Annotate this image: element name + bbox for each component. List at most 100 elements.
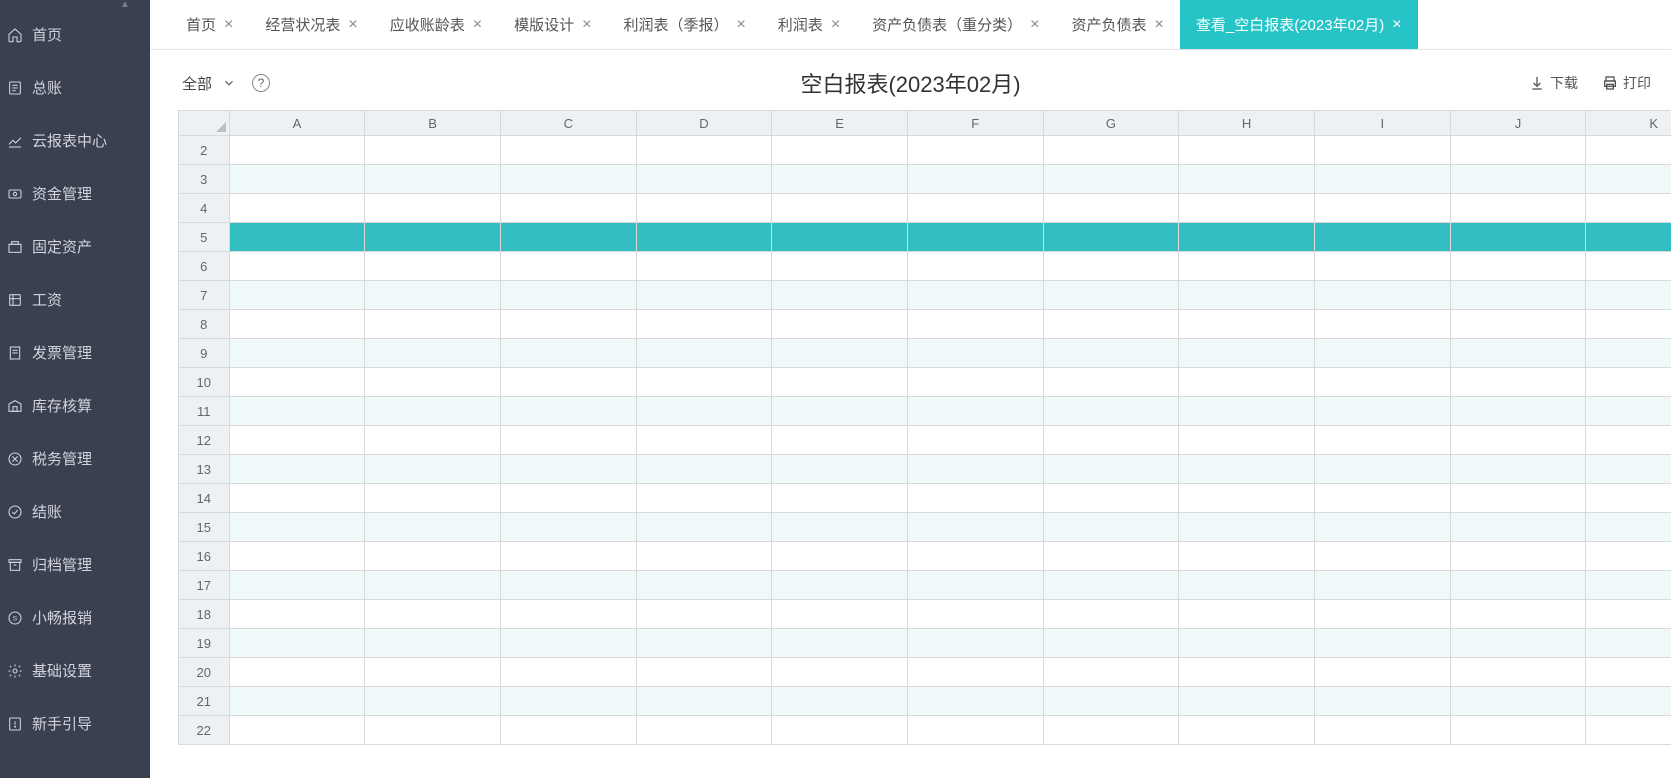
tab-4[interactable]: 利润表（季报）× xyxy=(607,0,761,49)
close-icon[interactable]: × xyxy=(736,17,745,33)
cell-F7[interactable] xyxy=(907,281,1043,310)
cell-I2[interactable] xyxy=(1314,136,1450,165)
cell-F3[interactable] xyxy=(907,165,1043,194)
cell-F11[interactable] xyxy=(907,397,1043,426)
cell-H21[interactable] xyxy=(1179,687,1315,716)
close-icon[interactable]: × xyxy=(831,17,840,33)
cell-C11[interactable] xyxy=(500,397,636,426)
tab-7[interactable]: 资产负债表× xyxy=(1056,0,1180,49)
cell-A14[interactable] xyxy=(229,484,365,513)
cell-J10[interactable] xyxy=(1450,368,1586,397)
cell-D12[interactable] xyxy=(636,426,772,455)
cell-H5[interactable] xyxy=(1179,223,1315,252)
cell-H18[interactable] xyxy=(1179,600,1315,629)
cell-J8[interactable] xyxy=(1450,310,1586,339)
cell-J17[interactable] xyxy=(1450,571,1586,600)
cell-E5[interactable] xyxy=(772,223,908,252)
cell-E16[interactable] xyxy=(772,542,908,571)
cell-G13[interactable] xyxy=(1043,455,1179,484)
cell-B16[interactable] xyxy=(365,542,501,571)
cell-A8[interactable] xyxy=(229,310,365,339)
cell-G5[interactable] xyxy=(1043,223,1179,252)
sidebar-item-4[interactable]: 固定资产 xyxy=(0,220,150,273)
cell-F17[interactable] xyxy=(907,571,1043,600)
select-all-corner[interactable] xyxy=(179,111,230,136)
cell-E10[interactable] xyxy=(772,368,908,397)
cell-K7[interactable] xyxy=(1586,281,1671,310)
cell-E15[interactable] xyxy=(772,513,908,542)
cell-E12[interactable] xyxy=(772,426,908,455)
cell-F13[interactable] xyxy=(907,455,1043,484)
row-header-5[interactable]: 5 xyxy=(179,223,230,252)
sidebar-item-11[interactable]: S小畅报销 xyxy=(0,591,150,644)
cell-K18[interactable] xyxy=(1586,600,1671,629)
sidebar-item-3[interactable]: 资金管理 xyxy=(0,167,150,220)
cell-I7[interactable] xyxy=(1314,281,1450,310)
cell-A11[interactable] xyxy=(229,397,365,426)
cell-A3[interactable] xyxy=(229,165,365,194)
cell-D16[interactable] xyxy=(636,542,772,571)
row-header-3[interactable]: 3 xyxy=(179,165,230,194)
cell-J18[interactable] xyxy=(1450,600,1586,629)
col-header-K[interactable]: K xyxy=(1586,111,1671,136)
cell-D19[interactable] xyxy=(636,629,772,658)
row-header-6[interactable]: 6 xyxy=(179,252,230,281)
cell-C7[interactable] xyxy=(500,281,636,310)
row-header-12[interactable]: 12 xyxy=(179,426,230,455)
col-header-G[interactable]: G xyxy=(1043,111,1179,136)
tab-6[interactable]: 资产负债表（重分类）× xyxy=(856,0,1055,49)
cell-H3[interactable] xyxy=(1179,165,1315,194)
cell-E9[interactable] xyxy=(772,339,908,368)
cell-F16[interactable] xyxy=(907,542,1043,571)
cell-K15[interactable] xyxy=(1586,513,1671,542)
cell-F14[interactable] xyxy=(907,484,1043,513)
cell-A9[interactable] xyxy=(229,339,365,368)
cell-F15[interactable] xyxy=(907,513,1043,542)
cell-B11[interactable] xyxy=(365,397,501,426)
cell-B20[interactable] xyxy=(365,658,501,687)
cell-D18[interactable] xyxy=(636,600,772,629)
cell-G16[interactable] xyxy=(1043,542,1179,571)
cell-I16[interactable] xyxy=(1314,542,1450,571)
cell-D22[interactable] xyxy=(636,716,772,745)
cell-D8[interactable] xyxy=(636,310,772,339)
cell-F2[interactable] xyxy=(907,136,1043,165)
row-header-8[interactable]: 8 xyxy=(179,310,230,339)
cell-K10[interactable] xyxy=(1586,368,1671,397)
row-header-4[interactable]: 4 xyxy=(179,194,230,223)
sidebar-item-1[interactable]: 总账 xyxy=(0,61,150,114)
cell-I13[interactable] xyxy=(1314,455,1450,484)
cell-J9[interactable] xyxy=(1450,339,1586,368)
sidebar-item-10[interactable]: 归档管理 xyxy=(0,538,150,591)
close-icon[interactable]: × xyxy=(1030,17,1039,33)
cell-K5[interactable] xyxy=(1586,223,1671,252)
cell-B12[interactable] xyxy=(365,426,501,455)
cell-K3[interactable] xyxy=(1586,165,1671,194)
cell-G12[interactable] xyxy=(1043,426,1179,455)
cell-J4[interactable] xyxy=(1450,194,1586,223)
cell-E14[interactable] xyxy=(772,484,908,513)
cell-D20[interactable] xyxy=(636,658,772,687)
cell-C5[interactable] xyxy=(500,223,636,252)
cell-F20[interactable] xyxy=(907,658,1043,687)
cell-I5[interactable] xyxy=(1314,223,1450,252)
tab-8[interactable]: 查看_空白报表(2023年02月)× xyxy=(1180,0,1418,49)
cell-J21[interactable] xyxy=(1450,687,1586,716)
cell-B19[interactable] xyxy=(365,629,501,658)
col-header-H[interactable]: H xyxy=(1179,111,1315,136)
cell-H4[interactable] xyxy=(1179,194,1315,223)
cell-K9[interactable] xyxy=(1586,339,1671,368)
cell-C15[interactable] xyxy=(500,513,636,542)
cell-I15[interactable] xyxy=(1314,513,1450,542)
cell-A4[interactable] xyxy=(229,194,365,223)
cell-D6[interactable] xyxy=(636,252,772,281)
cell-E22[interactable] xyxy=(772,716,908,745)
row-header-11[interactable]: 11 xyxy=(179,397,230,426)
cell-A2[interactable] xyxy=(229,136,365,165)
cell-I6[interactable] xyxy=(1314,252,1450,281)
close-icon[interactable]: × xyxy=(348,17,357,33)
cell-J20[interactable] xyxy=(1450,658,1586,687)
close-icon[interactable]: × xyxy=(224,17,233,33)
cell-K11[interactable] xyxy=(1586,397,1671,426)
cell-E4[interactable] xyxy=(772,194,908,223)
